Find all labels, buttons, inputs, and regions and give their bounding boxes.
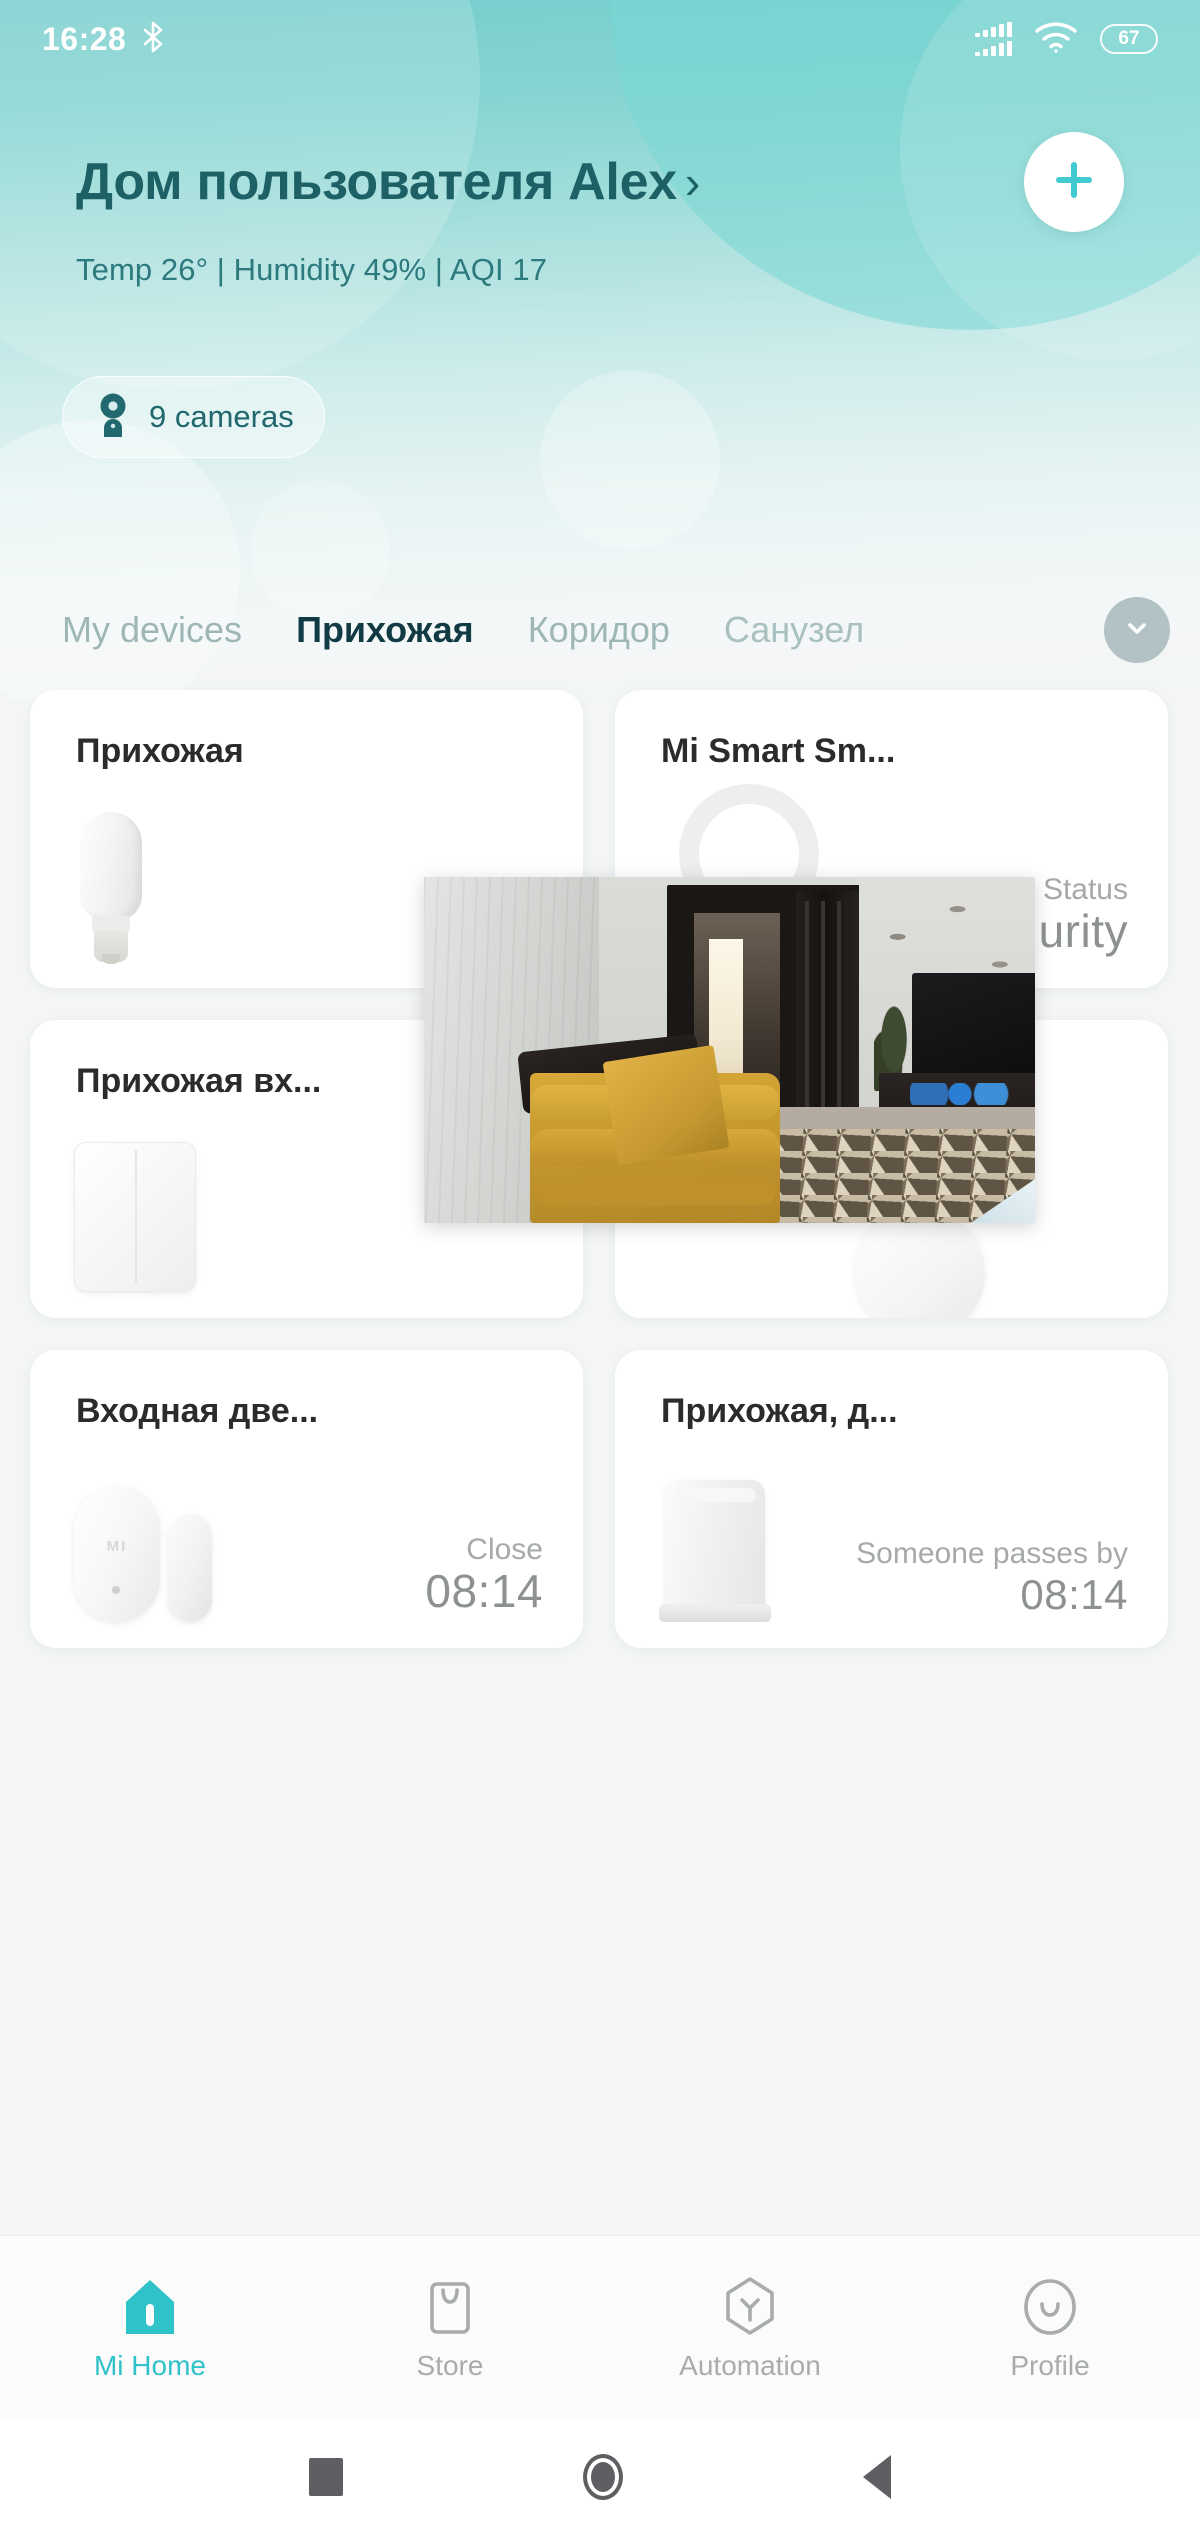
status-label: Close	[466, 1532, 543, 1566]
wifi-icon	[1034, 20, 1078, 59]
nav-item-store[interactable]: Store	[300, 2274, 600, 2382]
cameras-pill-button[interactable]: 9 cameras	[62, 376, 325, 458]
recents-square-icon[interactable]	[309, 2457, 343, 2496]
room-tabs: My devices Прихожая Коридор Санузел	[0, 592, 1200, 668]
tab-koridor[interactable]: Коридор	[528, 609, 670, 651]
device-title: Mi Smart Sm...	[661, 732, 896, 770]
automation-icon	[722, 2274, 778, 2336]
wall-switch-icon	[74, 1142, 196, 1292]
tabs-expand-button[interactable]	[1104, 597, 1170, 663]
motion-sensor-icon	[659, 1480, 771, 1622]
device-title: Прихожая, д...	[661, 1392, 898, 1430]
device-card-motion-sensor[interactable]: Прихожая, д... Someone passes by 08:14	[615, 1350, 1168, 1648]
decorative-blob	[540, 370, 720, 550]
profile-icon	[1022, 2274, 1078, 2336]
nav-label: Automation	[679, 2350, 821, 2381]
status-value: urity	[1038, 905, 1128, 958]
add-device-button[interactable]	[1024, 132, 1124, 232]
device-status: Close 08:14	[425, 1533, 543, 1618]
page-title: Дом пользователя Alex	[76, 153, 677, 211]
home-circle-icon[interactable]	[583, 2453, 623, 2500]
environment-summary: Temp 26° | Humidity 49% | AQI 17	[76, 252, 548, 287]
header-title-row: Дом пользователя Alex ›	[76, 132, 1124, 232]
nav-label: Profile	[1010, 2350, 1090, 2381]
home-name-button[interactable]: Дом пользователя Alex ›	[76, 152, 700, 212]
device-title: Входная две...	[76, 1392, 319, 1430]
bottom-navigation: Mi Home Store Automation Profile	[0, 2235, 1200, 2420]
header: Дом пользователя Alex › Temp 26° | Humid…	[0, 132, 1200, 288]
status-bar-right: 67	[975, 20, 1158, 59]
chevron-right-icon: ›	[684, 156, 700, 208]
status-label: Status	[1042, 872, 1128, 906]
device-status: Someone passes by 08:14	[856, 1537, 1128, 1618]
nav-item-mi-home[interactable]: Mi Home	[0, 2274, 300, 2382]
back-triangle-icon[interactable]	[863, 2454, 891, 2499]
nav-label: Mi Home	[93, 2350, 206, 2381]
preview-cushion	[602, 1044, 730, 1166]
device-title: Прихожая	[76, 732, 244, 770]
status-value: 08:14	[425, 1565, 543, 1618]
preview-television	[912, 973, 1035, 1077]
nav-item-profile[interactable]: Profile	[900, 2274, 1200, 2382]
nav-item-automation[interactable]: Automation	[600, 2274, 900, 2382]
device-card-door-sensor[interactable]: Входная две... Close 08:14	[30, 1350, 583, 1648]
door-sensor-icon	[74, 1486, 214, 1622]
camera-icon	[93, 393, 133, 442]
home-icon	[122, 2274, 178, 2336]
preview-equipment-leds	[910, 1083, 1014, 1105]
status-value: 08:14	[1020, 1570, 1128, 1618]
status-bar-left: 16:28	[42, 21, 166, 58]
status-label: Someone passes by	[856, 1537, 1128, 1571]
chevron-down-icon	[1122, 613, 1152, 648]
device-status: Status urity	[1039, 873, 1128, 958]
tab-sanuzel[interactable]: Санузел	[724, 609, 864, 651]
camera-live-preview[interactable]	[424, 877, 1035, 1223]
plus-icon	[1050, 156, 1098, 209]
tab-prihozhaya[interactable]: Прихожая	[296, 609, 474, 651]
store-bag-icon	[424, 2274, 476, 2336]
battery-indicator: 67	[1100, 24, 1158, 54]
light-bulb-icon	[74, 812, 148, 964]
status-bar: 16:28 67	[0, 0, 1200, 78]
android-navigation-bar	[0, 2420, 1200, 2533]
nav-label: Store	[416, 2350, 484, 2381]
bluetooth-icon	[140, 21, 166, 58]
camera-frame	[424, 877, 1035, 1223]
clock: 16:28	[42, 20, 127, 57]
signal-bars-icon	[975, 22, 1012, 56]
cameras-pill-label: 9 cameras	[149, 399, 294, 434]
tab-my-devices[interactable]: My devices	[62, 609, 242, 651]
app-screen: 16:28 67 Дом пользователя Alex › Temp 26…	[0, 0, 1200, 2533]
